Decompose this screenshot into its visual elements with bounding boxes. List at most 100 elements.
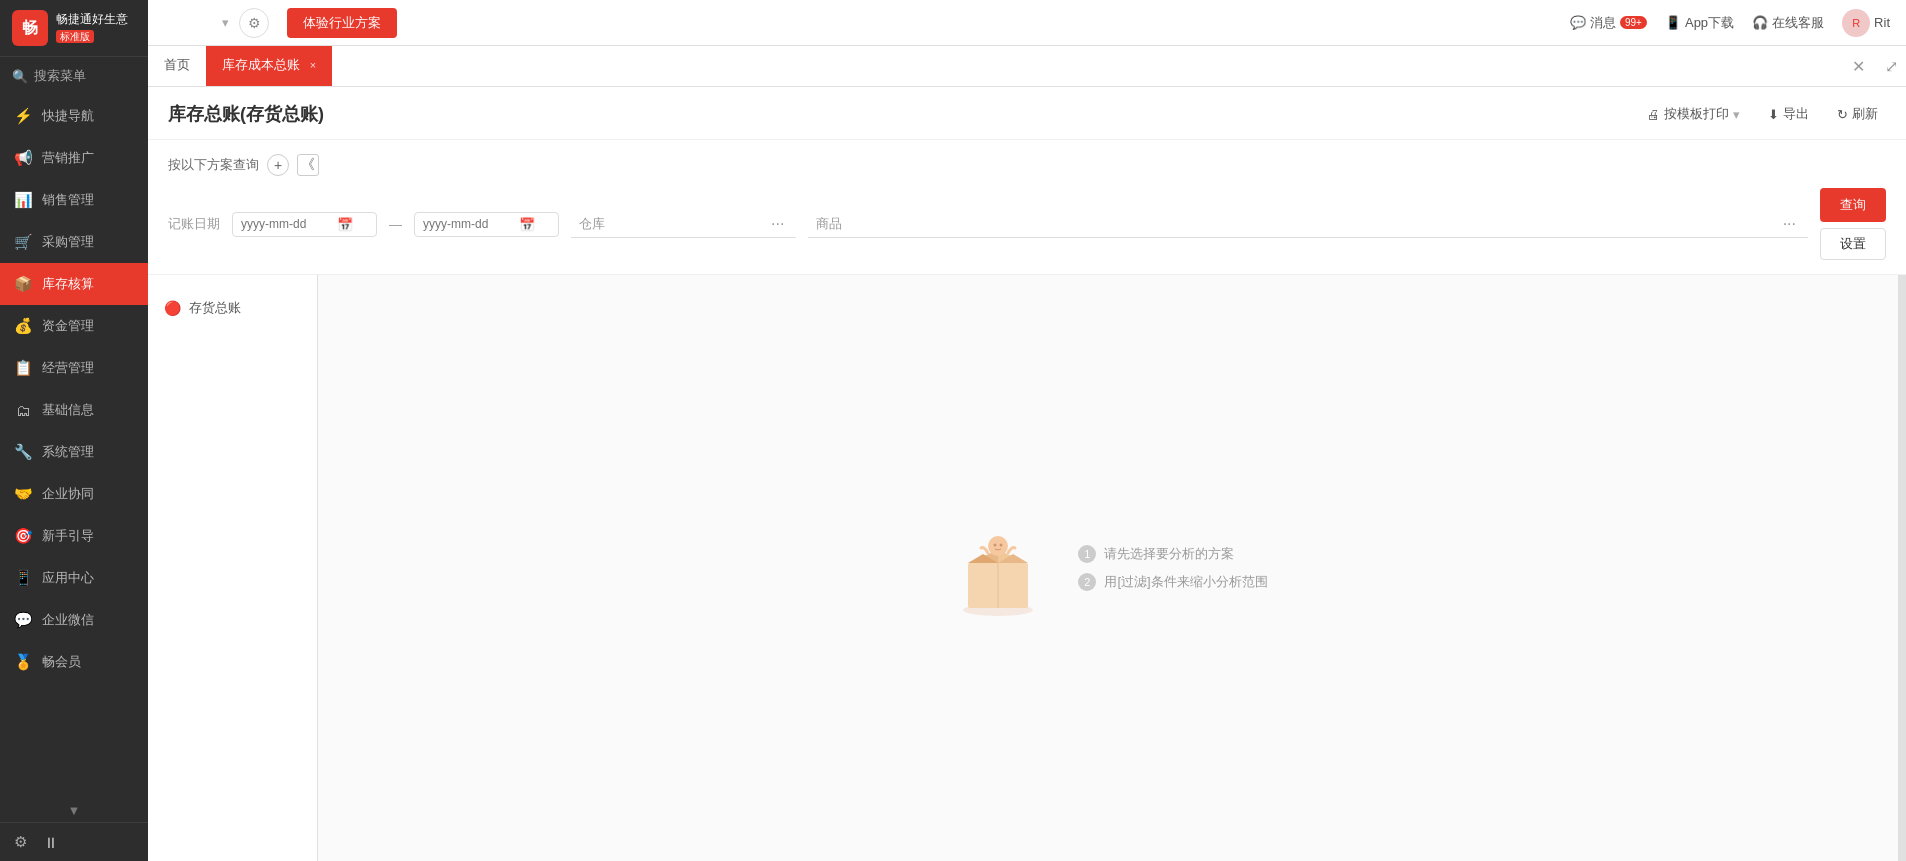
sidebar-item-new-guide[interactable]: 🎯 新手引导 — [0, 515, 148, 557]
empty-tip-1: 1 请先选择要分析的方案 — [1078, 545, 1267, 563]
sidebar-item-marketing[interactable]: 📢 营销推广 — [0, 137, 148, 179]
sidebar-scroll-down[interactable]: ▼ — [0, 799, 148, 822]
page-title: 库存总账(存货总账) — [168, 102, 324, 126]
sidebar-item-basic[interactable]: 🗂 基础信息 — [0, 389, 148, 431]
user-avatar: R — [1842, 9, 1870, 37]
empty-tips: 1 请先选择要分析的方案 2 用[过滤]条件来缩小分析范围 — [1078, 545, 1267, 591]
tab-home[interactable]: 首页 — [148, 46, 206, 86]
chevron-down-icon: ▾ — [222, 15, 229, 30]
product-more-icon[interactable]: ··· — [1779, 215, 1800, 233]
filter-area: 按以下方案查询 + 《 记账日期 📅 — 📅 仓库 ··· — [148, 140, 1906, 275]
sidebar-item-label: 采购管理 — [42, 233, 94, 251]
pause-icon[interactable]: ⏸ — [43, 834, 58, 851]
settings-gear-button[interactable]: ⚙ — [239, 8, 269, 38]
search-label: 搜索菜单 — [34, 67, 86, 85]
sidebar-item-label: 基础信息 — [42, 401, 94, 419]
tabs-bar: 首页 库存成本总账 × ✕ ⤢ — [148, 46, 1906, 87]
warehouse-input[interactable]: 仓库 ··· — [571, 211, 796, 238]
message-btn[interactable]: 💬 消息 99+ — [1570, 14, 1647, 32]
filter-collapse-btn[interactable]: 《 — [297, 154, 319, 176]
tip-text-2: 用[过滤]条件来缩小分析范围 — [1104, 573, 1267, 591]
scheme-item-inventory-ledger[interactable]: 🔴 存货总账 — [148, 289, 317, 327]
warehouse-field-label: 仓库 — [579, 215, 605, 233]
settings-icon[interactable]: ⚙ — [14, 833, 27, 851]
export-label: 导出 — [1783, 105, 1809, 123]
filter-label-row: 按以下方案查询 + 《 — [168, 154, 1886, 176]
sidebar-item-app-center[interactable]: 📱 应用中心 — [0, 557, 148, 599]
sidebar-item-label: 新手引导 — [42, 527, 94, 545]
sidebar-item-member[interactable]: 🏅 畅会员 — [0, 641, 148, 683]
tip-text-1: 请先选择要分析的方案 — [1104, 545, 1234, 563]
new-guide-icon: 🎯 — [14, 527, 32, 545]
industry-btn[interactable]: 体验行业方案 — [287, 8, 397, 38]
sidebar-search[interactable]: 🔍 搜索菜单 — [0, 57, 148, 95]
tab-close-btn[interactable]: ✕ — [1840, 57, 1877, 76]
settings-button[interactable]: 设置 — [1820, 228, 1886, 260]
print-icon: 🖨 — [1647, 107, 1660, 122]
print-template-btn[interactable]: 🖨 按模板打印 ▾ — [1639, 101, 1748, 127]
sidebar-item-system[interactable]: 🔧 系统管理 — [0, 431, 148, 473]
sidebar-item-operations[interactable]: 📋 经营管理 — [0, 347, 148, 389]
enterprise-icon: 🤝 — [14, 485, 32, 503]
sidebar-item-enterprise[interactable]: 🤝 企业协同 — [0, 473, 148, 515]
sidebar-item-quick-nav[interactable]: ⚡ 快捷导航 — [0, 95, 148, 137]
sidebar: 畅 畅捷通好生意 标准版 🔍 搜索菜单 ⚡ 快捷导航 📢 营销推广 📊 销售管理… — [0, 0, 148, 861]
product-input[interactable]: 商品 ··· — [808, 211, 1808, 238]
online-service-btn[interactable]: 🎧 在线客服 — [1752, 14, 1824, 32]
operations-icon: 📋 — [14, 359, 32, 377]
topbar: ▾ ⚙ 体验行业方案 💬 消息 99+ 📱 App下载 🎧 在线客服 R Rit — [148, 0, 1906, 46]
export-btn[interactable]: ⬇ 导出 — [1760, 101, 1817, 127]
online-service-label: 在线客服 — [1772, 14, 1824, 32]
sidebar-logo: 畅 畅捷通好生意 标准版 — [0, 0, 148, 57]
sidebar-item-label: 库存核算 — [42, 275, 94, 293]
tab-expand-btn[interactable]: ⤢ — [1877, 57, 1906, 76]
tab-inventory-ledger[interactable]: 库存成本总账 × — [206, 46, 332, 86]
sidebar-item-label: 企业协同 — [42, 485, 94, 503]
breadcrumb-text — [164, 14, 216, 32]
expand-icon: ⤢ — [1885, 57, 1898, 76]
product-field[interactable] — [848, 217, 1772, 231]
filter-inputs-row: 记账日期 📅 — 📅 仓库 ··· 商品 — [168, 188, 1886, 260]
app-logo-icon: 畅 — [12, 10, 48, 46]
date-end-field[interactable] — [423, 217, 513, 231]
scheme-item-icon: 🔴 — [164, 300, 181, 316]
date-separator: — — [389, 217, 402, 232]
sidebar-item-finance[interactable]: 💰 资金管理 — [0, 305, 148, 347]
app-name-block: 畅捷通好生意 标准版 — [56, 12, 128, 44]
inventory-icon: 📦 — [14, 275, 32, 293]
page-header-actions: 🖨 按模板打印 ▾ ⬇ 导出 ↻ 刷新 — [1639, 101, 1886, 127]
sidebar-item-label: 营销推广 — [42, 149, 94, 167]
app-center-icon: 📱 — [14, 569, 32, 587]
warehouse-field[interactable] — [611, 217, 761, 231]
topbar-right: 💬 消息 99+ 📱 App下载 🎧 在线客服 R Rit — [1570, 9, 1890, 37]
calendar-icon[interactable]: 📅 — [337, 217, 353, 232]
tab-close-icon[interactable]: × — [310, 59, 316, 71]
query-button[interactable]: 查询 — [1820, 188, 1886, 222]
app-download-btn[interactable]: 📱 App下载 — [1665, 14, 1734, 32]
refresh-btn[interactable]: ↻ 刷新 — [1829, 101, 1886, 127]
filter-add-btn[interactable]: + — [267, 154, 289, 176]
date-end-input[interactable]: 📅 — [414, 212, 559, 237]
right-scroll-panel — [1898, 275, 1906, 861]
scheme-item-label: 存货总账 — [189, 299, 241, 317]
user-menu[interactable]: R Rit — [1842, 9, 1890, 37]
sidebar-item-inventory[interactable]: 📦 库存核算 — [0, 263, 148, 305]
sidebar-item-purchase[interactable]: 🛒 采购管理 — [0, 221, 148, 263]
print-label: 按模板打印 — [1664, 105, 1729, 123]
sidebar-item-sales[interactable]: 📊 销售管理 — [0, 179, 148, 221]
calendar-icon[interactable]: 📅 — [519, 217, 535, 232]
export-icon: ⬇ — [1768, 107, 1779, 122]
search-icon: 🔍 — [12, 69, 28, 84]
tip-num-1: 1 — [1078, 545, 1096, 563]
content-area: 库存总账(存货总账) 🖨 按模板打印 ▾ ⬇ 导出 ↻ 刷新 — [148, 87, 1906, 861]
date-start-input[interactable]: 📅 — [232, 212, 377, 237]
sidebar-item-label: 经营管理 — [42, 359, 94, 377]
sidebar-item-label: 系统管理 — [42, 443, 94, 461]
filter-scheme-label: 按以下方案查询 — [168, 156, 259, 174]
more-icon[interactable]: ··· — [767, 215, 788, 233]
chevron-down-icon: ▼ — [68, 803, 81, 818]
sidebar-item-wechat[interactable]: 💬 企业微信 — [0, 599, 148, 641]
chevron-down-icon: ▾ — [1733, 107, 1740, 122]
date-start-field[interactable] — [241, 217, 331, 231]
service-icon: 🎧 — [1752, 15, 1768, 30]
